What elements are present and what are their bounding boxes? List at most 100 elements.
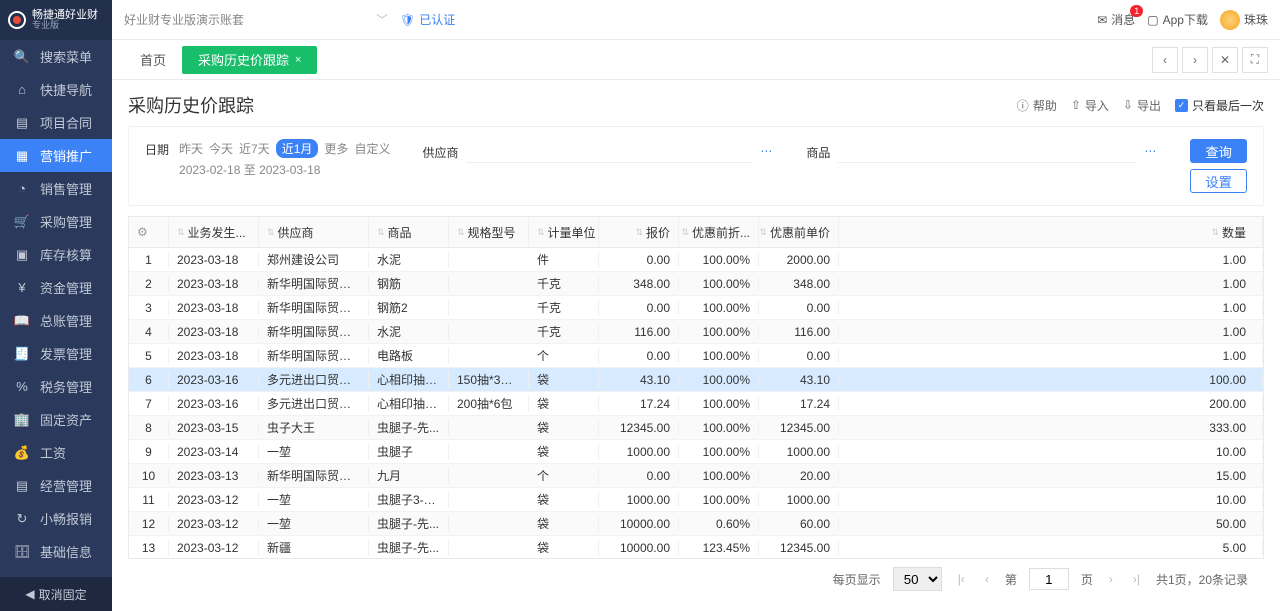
sort-icon[interactable]: ⇅ (267, 227, 275, 238)
table-body: 12023-03-18郑州建设公司水泥件0.00100.00%2000.001.… (129, 248, 1263, 558)
avatar (1220, 10, 1240, 30)
first-page-button[interactable]: |‹ (954, 572, 969, 586)
close-icon[interactable]: × (295, 54, 301, 66)
next-page-button[interactable]: › (1105, 572, 1117, 586)
sidebar-item-invoice[interactable]: 🧾发票管理 (0, 337, 112, 370)
supplier-lookup-button[interactable]: ⋯ (760, 144, 774, 158)
table-row[interactable]: 102023-03-13新华明国际贸易有限...九月个0.00100.00%20… (129, 464, 1263, 488)
table-row[interactable]: 72023-03-16多元进出口贸易有限...心相印抽纸...200抽*6包袋1… (129, 392, 1263, 416)
app-download-button[interactable]: ▢ App下载 (1147, 11, 1208, 28)
tax-icon: % (14, 379, 30, 395)
query-button[interactable]: 查询 (1190, 139, 1247, 163)
product-lookup-button[interactable]: ⋯ (1144, 144, 1158, 158)
filter-panel: 日期 昨天今天近7天近1月更多自定义 2023-02-18 至 2023-03-… (128, 126, 1264, 206)
sidebar-item-tax[interactable]: %税务管理 (0, 370, 112, 403)
sort-icon[interactable]: ⇅ (681, 227, 689, 238)
gear-icon[interactable]: ⚙ (137, 225, 148, 239)
sidebar-item-marketing[interactable]: ▦营销推广 (0, 139, 112, 172)
base-icon: 🗄 (14, 544, 30, 560)
table-row[interactable]: 62023-03-16多元进出口贸易有限...心相印抽纸...150抽*3包..… (129, 368, 1263, 392)
product-input[interactable] (838, 139, 1136, 163)
import-button[interactable]: ⇧导入 (1071, 97, 1109, 114)
table-row[interactable]: 32023-03-18新华明国际贸易有限...钢筋2千克0.00100.00%0… (129, 296, 1263, 320)
tab-home[interactable]: 首页 (124, 46, 182, 74)
date-quick-picks: 昨天今天近7天近1月更多自定义 (179, 139, 390, 158)
tab-close-all-button[interactable]: ✕ (1212, 47, 1238, 73)
checkbox-icon: ✓ (1175, 99, 1188, 112)
sort-icon[interactable]: ⇅ (1211, 227, 1219, 238)
date-quick-2[interactable]: 近7天 (239, 140, 270, 157)
date-quick-4[interactable]: 更多 (324, 140, 348, 157)
sidebar-item-sales[interactable]: ◔销售管理 (0, 172, 112, 205)
download-icon: ⇩ (1123, 98, 1133, 112)
help-icon: ⓘ (1017, 97, 1029, 114)
tab-purchase-history[interactable]: 采购历史价跟踪 × (182, 46, 317, 74)
date-quick-1[interactable]: 今天 (209, 140, 233, 157)
sidebar-item-home[interactable]: ⌂快捷导航 (0, 73, 112, 106)
date-range: 2023-02-18 至 2023-03-18 (179, 161, 390, 178)
sidebar-item-contract[interactable]: ▤项目合同 (0, 106, 112, 139)
home-icon: ⌂ (14, 82, 30, 98)
table-row[interactable]: 122023-03-12一堃虫腿子-先...袋10000.000.60%60.0… (129, 512, 1263, 536)
sidebar-item-base[interactable]: 🗄基础信息 (0, 535, 112, 568)
table-row[interactable]: 132023-03-12新疆虫腿子-先...袋10000.00123.45%12… (129, 536, 1263, 558)
shield-icon: 🛡 (400, 13, 415, 27)
verified-badge: 🛡 已认证 (400, 11, 455, 28)
sort-icon[interactable]: ⇅ (759, 227, 767, 238)
only-last-checkbox[interactable]: ✓ 只看最后一次 (1175, 97, 1264, 114)
sidebar-item-sys[interactable]: ⚙系统管理 (0, 568, 112, 577)
fund-icon: ¥ (14, 280, 30, 296)
invoice-icon: 🧾 (14, 346, 30, 362)
table-row[interactable]: 42023-03-18新华明国际贸易有限...水泥千克116.00100.00%… (129, 320, 1263, 344)
date-label: 日期 (145, 139, 169, 158)
page-number-input[interactable] (1029, 568, 1069, 590)
supplier-input[interactable] (466, 139, 752, 163)
tab-bar: 首页 采购历史价跟踪 × ‹ › ✕ ⛶ (112, 40, 1280, 80)
contract-icon: ▤ (14, 115, 30, 131)
topbar: 好业财专业版演示账套 ﹀ 🛡 已认证 ✉ 消息 1 ▢ App下载 珠珠 (112, 0, 1280, 40)
table-row[interactable]: 52023-03-18新华明国际贸易有限...电路板个0.00100.00%0.… (129, 344, 1263, 368)
settings-button[interactable]: 设置 (1190, 169, 1247, 193)
sidebar-item-fund[interactable]: ¥资金管理 (0, 271, 112, 304)
help-button[interactable]: ⓘ帮助 (1017, 97, 1057, 114)
table-row[interactable]: 92023-03-14一堃虫腿子袋1000.00100.00%1000.0010… (129, 440, 1263, 464)
sort-icon[interactable]: ⇅ (457, 227, 465, 238)
prev-page-button[interactable]: ‹ (981, 572, 993, 586)
app-icon: ▢ (1147, 13, 1158, 27)
messages-button[interactable]: ✉ 消息 1 (1097, 11, 1135, 28)
sidebar-item-salary[interactable]: 💰工资 (0, 436, 112, 469)
date-quick-5[interactable]: 自定义 (354, 140, 390, 157)
brand-logo: 畅捷通好业财 专业版 (0, 0, 112, 40)
date-quick-3[interactable]: 近1月 (276, 139, 319, 158)
page-content: 采购历史价跟踪 ⓘ帮助 ⇧导入 ⇩导出 ✓ 只看最后一次 日期 昨天今天近7天近… (112, 80, 1280, 611)
last-page-button[interactable]: ›| (1129, 572, 1144, 586)
date-quick-0[interactable]: 昨天 (179, 140, 203, 157)
page-summary: 共1页，20条记录 (1156, 571, 1248, 588)
upload-icon: ⇧ (1071, 98, 1081, 112)
sidebar-item-biz[interactable]: ▤经营管理 (0, 469, 112, 502)
sidebar-item-stock[interactable]: ▣库存核算 (0, 238, 112, 271)
sidebar-item-search[interactable]: 🔍搜索菜单 (0, 40, 112, 73)
sidebar-item-ledger[interactable]: 📖总账管理 (0, 304, 112, 337)
sidebar-item-reimburse[interactable]: ↻小畅报销 (0, 502, 112, 535)
sidebar-item-asset[interactable]: 🏢固定资产 (0, 403, 112, 436)
fullscreen-button[interactable]: ⛶ (1242, 47, 1268, 73)
table-row[interactable]: 12023-03-18郑州建设公司水泥件0.00100.00%2000.001.… (129, 248, 1263, 272)
sidebar-item-cart[interactable]: 🛒采购管理 (0, 205, 112, 238)
export-button[interactable]: ⇩导出 (1123, 97, 1161, 114)
sort-icon[interactable]: ⇅ (635, 227, 643, 238)
sort-icon[interactable]: ⇅ (537, 227, 545, 238)
user-menu[interactable]: 珠珠 (1220, 10, 1268, 30)
env-selector[interactable]: 好业财专业版演示账套 (124, 11, 244, 28)
table-row[interactable]: 82023-03-15虫子大王虫腿子-先...袋12345.00100.00%1… (129, 416, 1263, 440)
page-size-select[interactable]: 50 (893, 567, 942, 591)
sort-icon[interactable]: ⇅ (177, 227, 185, 238)
table-row[interactable]: 112023-03-12一堃虫腿子3-烧...袋1000.00100.00%10… (129, 488, 1263, 512)
tab-next-button[interactable]: › (1182, 47, 1208, 73)
tab-prev-button[interactable]: ‹ (1152, 47, 1178, 73)
message-icon: ✉ (1097, 13, 1107, 27)
table-row[interactable]: 22023-03-18新华明国际贸易有限...钢筋千克348.00100.00%… (129, 272, 1263, 296)
unpin-button[interactable]: ◀ 取消固定 (0, 577, 112, 611)
sort-icon[interactable]: ⇅ (377, 227, 385, 238)
message-badge: 1 (1130, 5, 1143, 17)
